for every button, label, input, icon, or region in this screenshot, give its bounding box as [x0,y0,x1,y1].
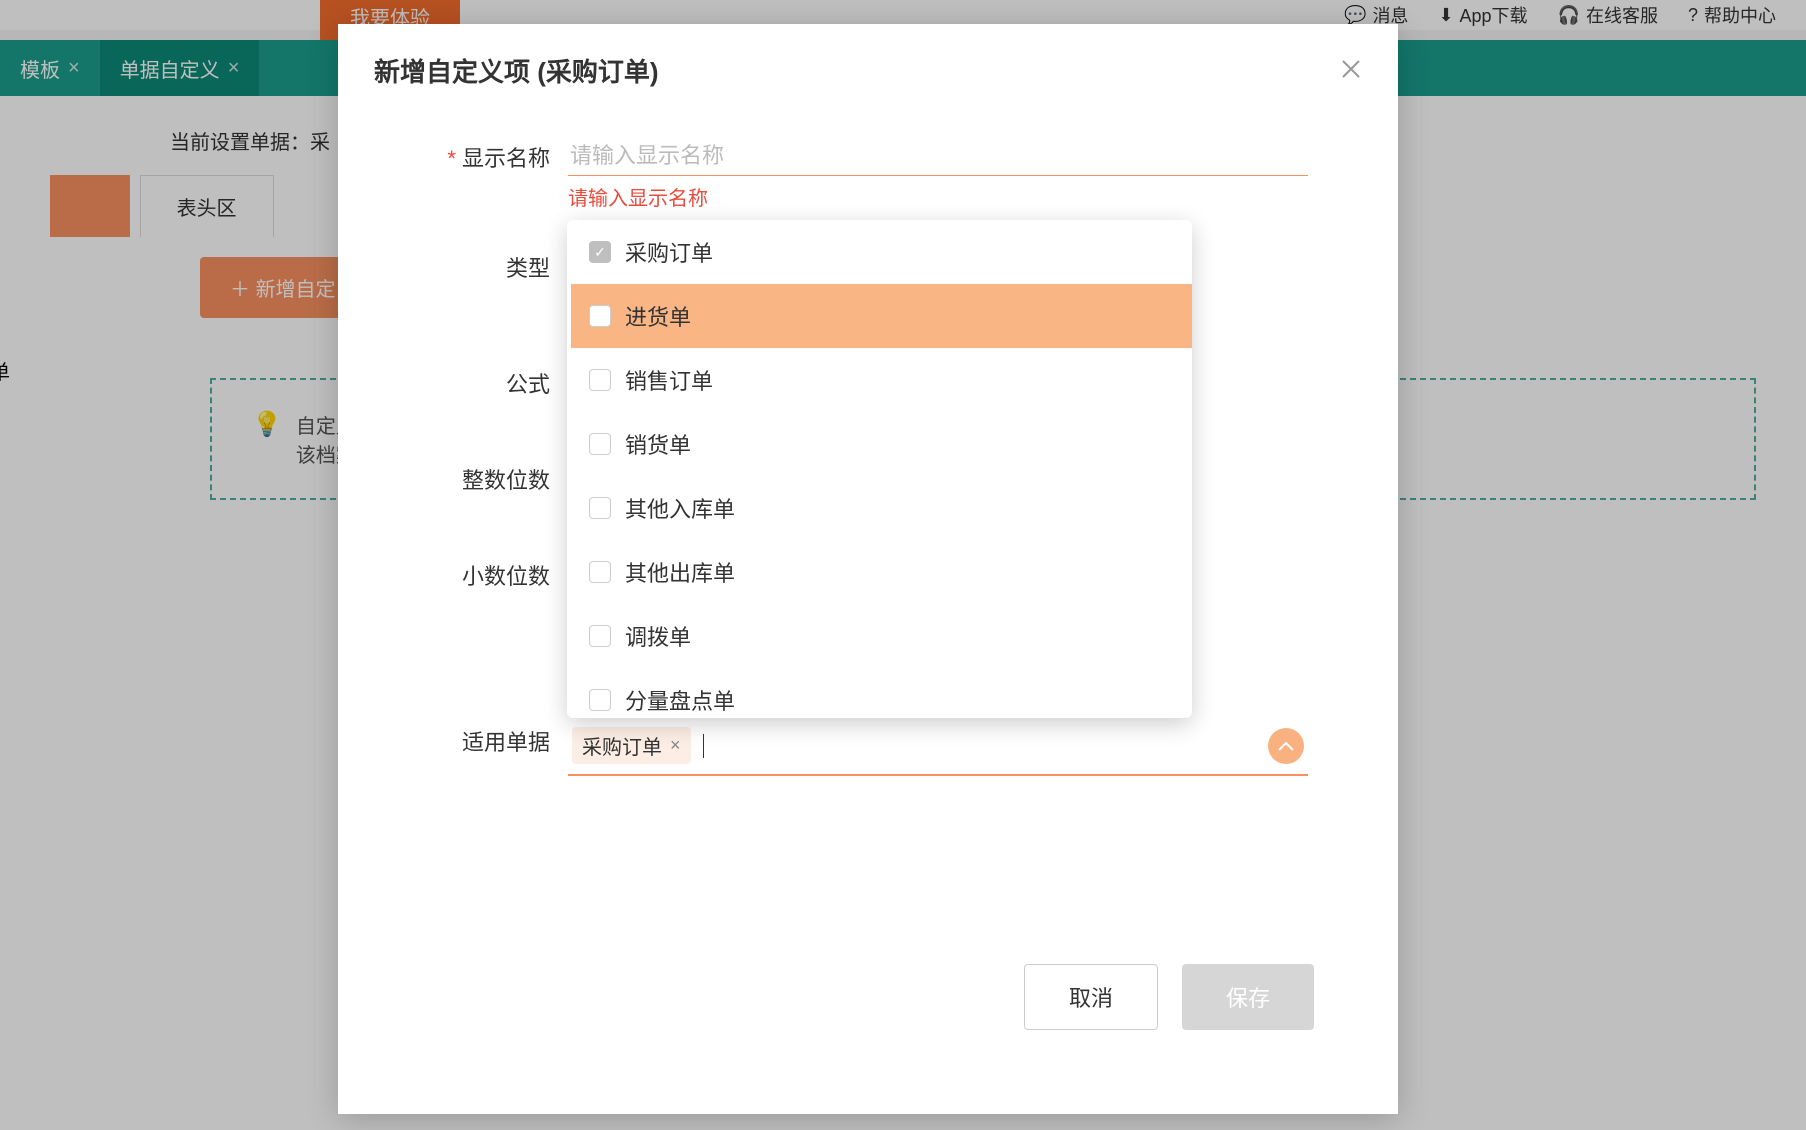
applicable-input[interactable]: 采购订单 × [568,721,1308,776]
chevron-up-icon [1278,741,1294,751]
option-label: 调拨单 [625,620,691,652]
option-label: 采购订单 [625,236,713,268]
save-button[interactable]: 保存 [1182,964,1314,1030]
checkbox-icon[interactable] [589,689,611,711]
tag-label: 采购订单 [582,731,662,760]
dropdown-option[interactable]: 其他入库单 [571,476,1192,540]
label-int-digits: 整数位数 [428,459,568,495]
modal-close-button[interactable] [1340,55,1362,87]
display-name-input[interactable] [568,137,1308,176]
option-label: 销货单 [625,428,691,460]
option-label: 进货单 [625,300,691,332]
close-icon [1340,58,1362,80]
dropdown-option[interactable]: 其他出库单 [571,540,1192,604]
label-type: 类型 [428,247,568,283]
modal-header: 新增自定义项 (采购订单) [338,24,1398,107]
checkbox-checked-icon[interactable]: ✓ [589,241,611,263]
dropdown-option[interactable]: 调拨单 [571,604,1192,668]
applicable-dropdown: ✓ 采购订单 进货单 销售订单 销货单 其他入库单 其他出库单 [567,220,1192,718]
add-custom-modal: 新增自定义项 (采购订单) *显示名称 请输入显示名称 类型 公式 整数位数 [338,24,1398,1114]
checkbox-icon[interactable] [589,433,611,455]
checkbox-icon[interactable] [589,497,611,519]
dropdown-toggle-button[interactable] [1268,728,1304,764]
text-cursor [703,734,704,758]
label-applicable: 适用单据 [428,721,568,757]
label-display-name: *显示名称 [428,137,568,173]
dropdown-option[interactable]: 分量盘点单 [571,668,1192,718]
checkbox-icon[interactable] [589,305,611,327]
row-applicable: 适用单据 采购订单 × [428,721,1308,776]
cancel-button[interactable]: 取消 [1024,964,1158,1030]
checkbox-icon[interactable] [589,369,611,391]
label-dec-digits: 小数位数 [428,555,568,591]
dropdown-scroll[interactable]: ✓ 采购订单 进货单 销售订单 销货单 其他入库单 其他出库单 [567,220,1192,718]
option-label: 其他入库单 [625,492,735,524]
tag-remove-icon[interactable]: × [670,735,681,756]
option-label: 分量盘点单 [625,684,735,716]
dropdown-option[interactable]: ✓ 采购订单 [571,220,1192,284]
dropdown-option[interactable]: 销货单 [571,412,1192,476]
option-label: 其他出库单 [625,556,735,588]
dropdown-option[interactable]: 销售订单 [571,348,1192,412]
checkbox-icon[interactable] [589,561,611,583]
display-name-error: 请输入显示名称 [568,182,1308,211]
modal-title: 新增自定义项 (采购订单) [374,52,659,89]
selected-tag: 采购订单 × [572,727,691,764]
checkbox-icon[interactable] [589,625,611,647]
dropdown-option[interactable]: 进货单 [571,284,1192,348]
row-display-name: *显示名称 请输入显示名称 [428,137,1308,211]
modal-footer: 取消 保存 [1024,964,1314,1030]
option-label: 销售订单 [625,364,713,396]
label-formula: 公式 [428,363,568,399]
